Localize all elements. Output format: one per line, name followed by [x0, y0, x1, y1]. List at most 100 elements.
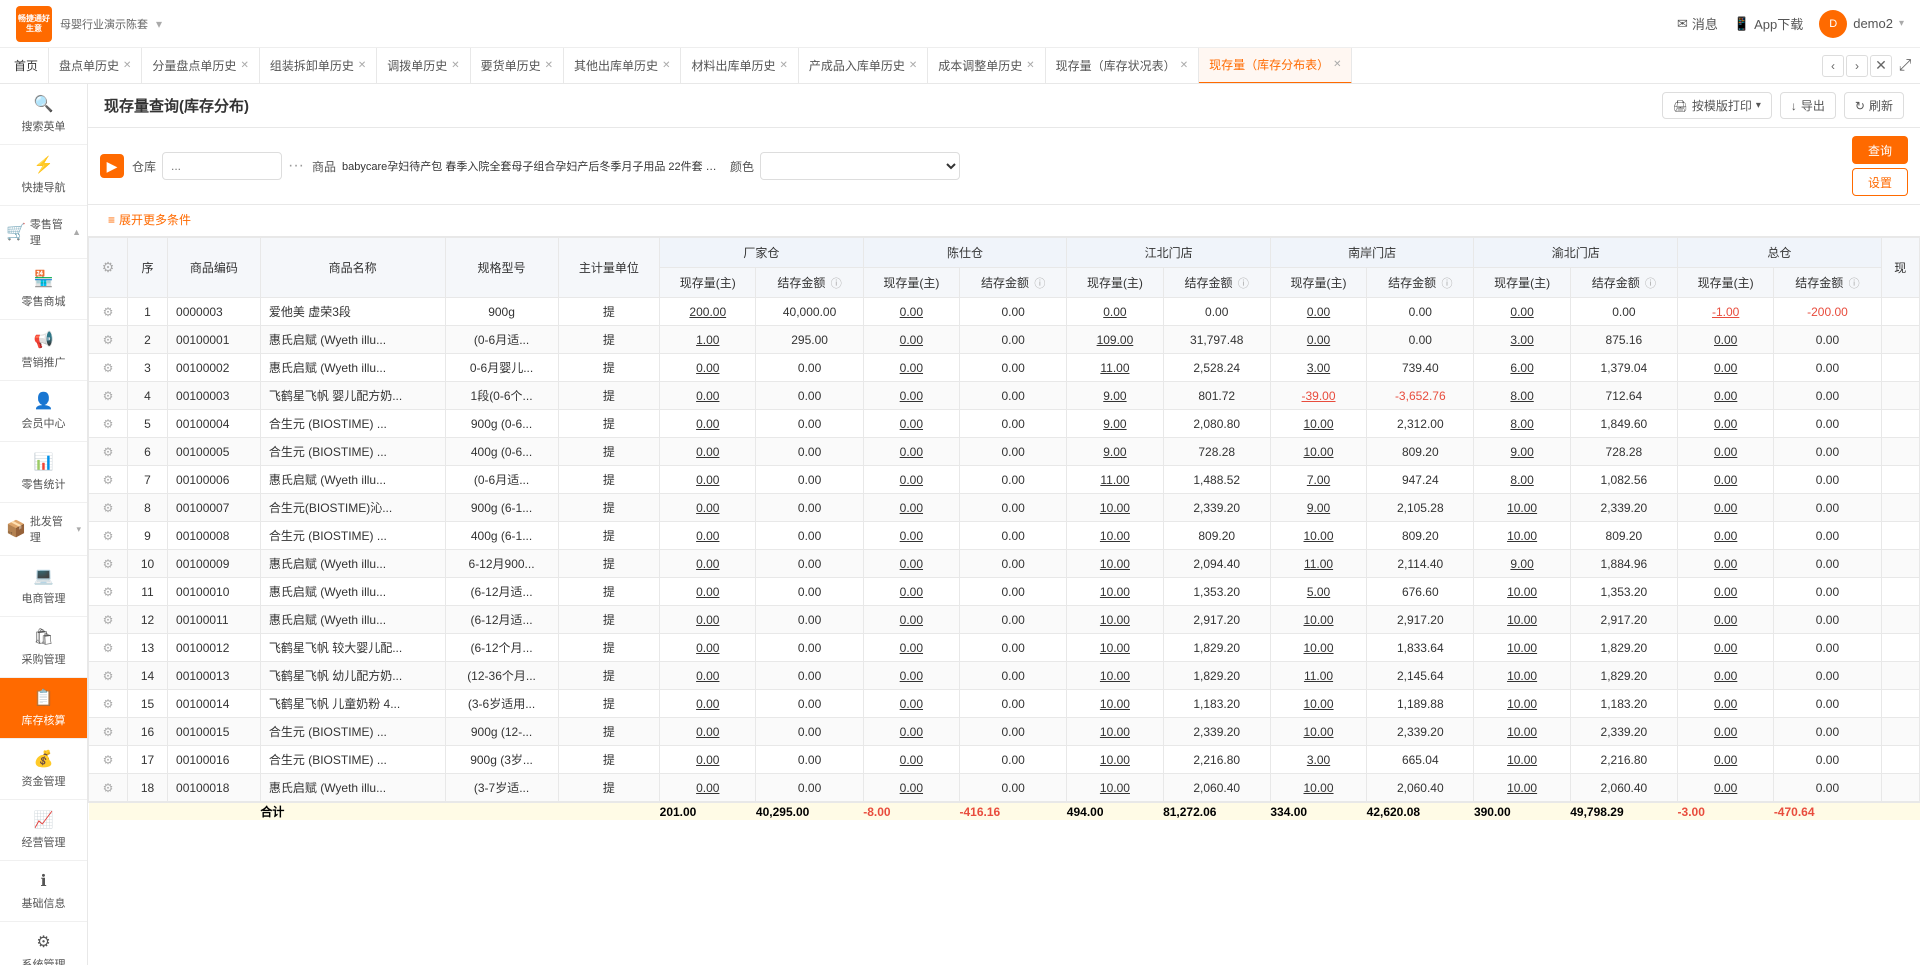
row-gear[interactable]: ⚙ [89, 606, 128, 634]
row-f-stock[interactable]: 0.00 [660, 634, 756, 662]
row-f-stock[interactable]: 0.00 [660, 522, 756, 550]
row-na-stock[interactable]: 10.00 [1270, 634, 1366, 662]
row-yb-stock[interactable]: 0.00 [1474, 298, 1570, 326]
row-gear[interactable]: ⚙ [89, 522, 128, 550]
row-f-stock[interactable]: 0.00 [660, 662, 756, 690]
row-gear[interactable]: ⚙ [89, 298, 128, 326]
row-t-stock[interactable]: 0.00 [1678, 578, 1774, 606]
sidebar-item-search[interactable]: 🔍 搜索英单 [0, 84, 87, 145]
row-f-stock[interactable]: 0.00 [660, 354, 756, 382]
filter-toggle-btn[interactable]: ▶ [100, 154, 124, 178]
row-jb-stock[interactable]: 10.00 [1067, 662, 1163, 690]
warehouse-dots[interactable]: ··· [288, 157, 304, 175]
row-c-stock[interactable]: 0.00 [863, 718, 959, 746]
row-yb-stock[interactable]: 10.00 [1474, 634, 1570, 662]
sidebar-item-mall[interactable]: 🏪 零售商城 [0, 259, 87, 320]
row-jb-stock[interactable]: 10.00 [1067, 634, 1163, 662]
row-c-stock[interactable]: 0.00 [863, 438, 959, 466]
row-c-stock[interactable]: 0.00 [863, 690, 959, 718]
warehouse-input[interactable] [162, 152, 282, 180]
sidebar-item-quicknav[interactable]: ⚡ 快捷导航 [0, 145, 87, 206]
row-c-stock[interactable]: 0.00 [863, 326, 959, 354]
row-yb-stock[interactable]: 10.00 [1474, 774, 1570, 803]
nav-prev-btn[interactable]: ‹ [1822, 55, 1844, 77]
close-tab-stock-status[interactable]: ✕ [1180, 60, 1188, 71]
row-c-stock[interactable]: 0.00 [863, 746, 959, 774]
query-btn[interactable]: 查询 [1852, 136, 1908, 164]
row-gear[interactable]: ⚙ [89, 774, 128, 803]
app-download-btn[interactable]: 📱 App下载 [1734, 14, 1803, 33]
row-t-stock[interactable]: 0.00 [1678, 746, 1774, 774]
row-na-stock[interactable]: 3.00 [1270, 746, 1366, 774]
row-gear[interactable]: ⚙ [89, 550, 128, 578]
row-na-stock[interactable]: 10.00 [1270, 690, 1366, 718]
row-jb-stock[interactable]: 10.00 [1067, 774, 1163, 803]
row-gear[interactable]: ⚙ [89, 466, 128, 494]
row-c-stock[interactable]: 0.00 [863, 354, 959, 382]
row-gear[interactable]: ⚙ [89, 746, 128, 774]
row-na-stock[interactable]: 11.00 [1270, 550, 1366, 578]
row-jb-stock[interactable]: 9.00 [1067, 438, 1163, 466]
sidebar-item-finance[interactable]: 💰 资金管理 [0, 739, 87, 800]
close-tab-other-out[interactable]: ✕ [662, 60, 670, 71]
refresh-btn[interactable]: ↻ 刷新 [1844, 92, 1904, 119]
sidebar-item-retail-stats[interactable]: 📊 零售统计 [0, 442, 87, 503]
export-btn[interactable]: ↓ 导出 [1780, 92, 1836, 119]
tab-cost-adj[interactable]: 成本调整单历史 ✕ [928, 48, 1045, 84]
row-yb-stock[interactable]: 10.00 [1474, 746, 1570, 774]
close-tab-cost-adj[interactable]: ✕ [1026, 60, 1034, 71]
row-jb-stock[interactable]: 10.00 [1067, 578, 1163, 606]
row-t-stock[interactable]: 0.00 [1678, 606, 1774, 634]
expand-conditions-btn[interactable]: ≡ 展开更多条件 [100, 209, 199, 230]
close-tab-inventory-check[interactable]: ✕ [123, 60, 131, 71]
sidebar-item-inventory[interactable]: 📋 库存核算 [0, 678, 87, 739]
row-jb-stock[interactable]: 10.00 [1067, 746, 1163, 774]
table-container[interactable]: ⚙ 序 商品编码 商品名称 规格型号 主计量单位 厂家仓 陈仕仓 江北门店 南岸… [88, 237, 1920, 965]
row-na-stock[interactable]: 11.00 [1270, 662, 1366, 690]
row-yb-stock[interactable]: 10.00 [1474, 606, 1570, 634]
row-f-stock[interactable]: 0.00 [660, 718, 756, 746]
sidebar-item-wholesale[interactable]: 📦 批发管理 ▾ [0, 503, 87, 556]
row-c-stock[interactable]: 0.00 [863, 298, 959, 326]
row-f-stock[interactable]: 200.00 [660, 298, 756, 326]
row-f-stock[interactable]: 1.00 [660, 326, 756, 354]
close-tab-transfer[interactable]: ✕ [451, 60, 459, 71]
row-t-stock[interactable]: 0.00 [1678, 522, 1774, 550]
close-tab-stock-dist[interactable]: ✕ [1333, 59, 1341, 70]
row-na-stock[interactable]: 5.00 [1270, 578, 1366, 606]
row-na-stock[interactable]: 9.00 [1270, 494, 1366, 522]
row-na-stock[interactable]: 10.00 [1270, 774, 1366, 803]
sidebar-item-operations[interactable]: 📈 经营管理 [0, 800, 87, 861]
row-yb-stock[interactable]: 10.00 [1474, 718, 1570, 746]
row-na-stock[interactable]: 0.00 [1270, 326, 1366, 354]
row-yb-stock[interactable]: 10.00 [1474, 522, 1570, 550]
row-na-stock[interactable]: 0.00 [1270, 298, 1366, 326]
row-jb-stock[interactable]: 9.00 [1067, 382, 1163, 410]
row-gear[interactable]: ⚙ [89, 662, 128, 690]
row-c-stock[interactable]: 0.00 [863, 382, 959, 410]
row-f-stock[interactable]: 0.00 [660, 690, 756, 718]
row-t-stock[interactable]: 0.00 [1678, 326, 1774, 354]
row-jb-stock[interactable]: 10.00 [1067, 522, 1163, 550]
row-gear[interactable]: ⚙ [89, 494, 128, 522]
row-t-stock[interactable]: 0.00 [1678, 718, 1774, 746]
tab-stock-dist[interactable]: 现存量（库存分布表） ✕ [1199, 48, 1352, 84]
row-yb-stock[interactable]: 10.00 [1474, 662, 1570, 690]
row-gear[interactable]: ⚙ [89, 578, 128, 606]
row-yb-stock[interactable]: 10.00 [1474, 578, 1570, 606]
row-t-stock[interactable]: 0.00 [1678, 410, 1774, 438]
row-c-stock[interactable]: 0.00 [863, 410, 959, 438]
row-jb-stock[interactable]: 10.00 [1067, 606, 1163, 634]
row-t-stock[interactable]: 0.00 [1678, 466, 1774, 494]
sidebar-item-system[interactable]: ⚙ 系统管理 [0, 922, 87, 965]
user-area[interactable]: D demo2 ▾ [1819, 10, 1904, 38]
tab-home[interactable]: 首页 [4, 48, 49, 84]
close-tab-assembly[interactable]: ✕ [358, 60, 366, 71]
row-gear[interactable]: ⚙ [89, 634, 128, 662]
row-f-stock[interactable]: 0.00 [660, 494, 756, 522]
row-t-stock[interactable]: 0.00 [1678, 382, 1774, 410]
row-yb-stock[interactable]: 8.00 [1474, 410, 1570, 438]
close-tab-split-check[interactable]: ✕ [240, 60, 248, 71]
row-f-stock[interactable]: 0.00 [660, 606, 756, 634]
row-t-stock[interactable]: 0.00 [1678, 774, 1774, 803]
